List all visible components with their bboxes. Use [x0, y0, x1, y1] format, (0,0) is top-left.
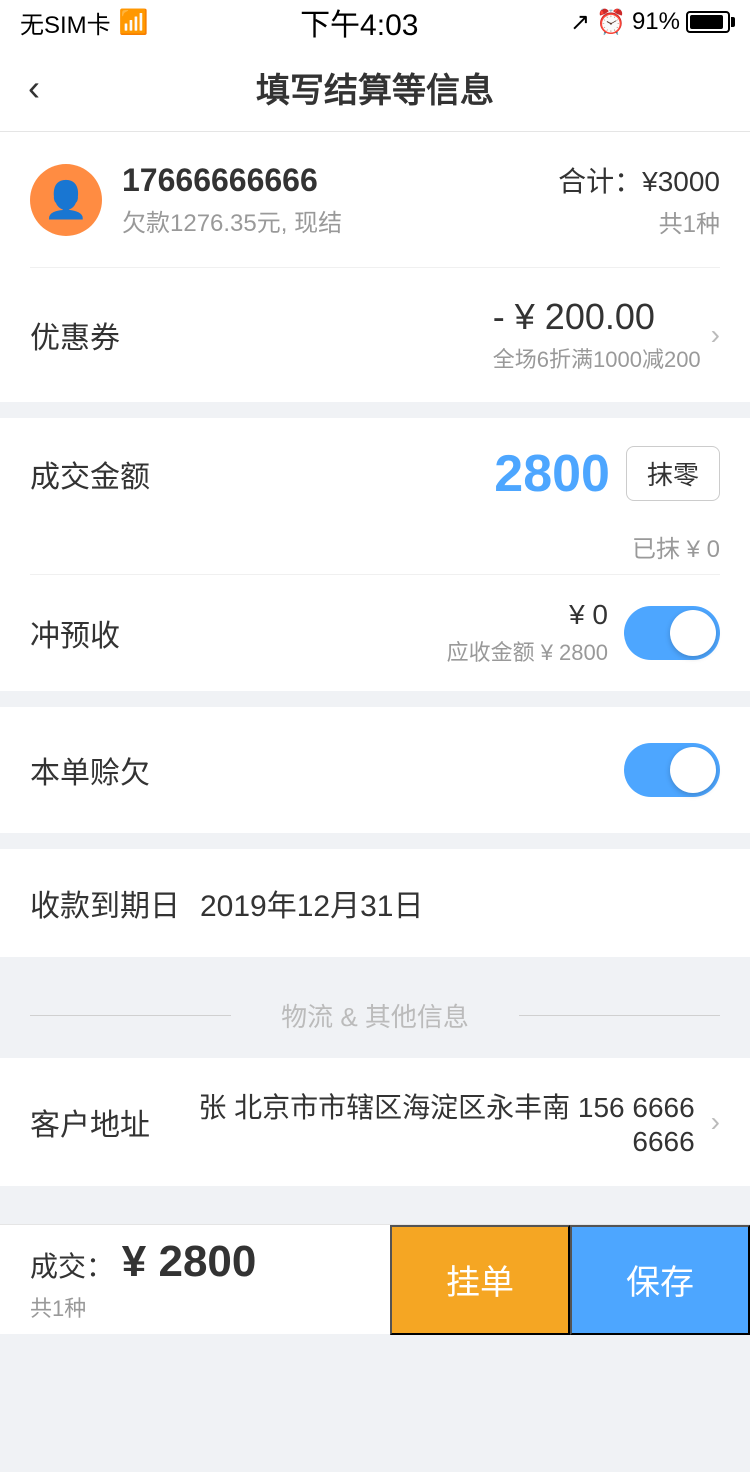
- bottom-summary: 成交： ¥ 2800 共1种: [0, 1237, 390, 1323]
- amount-value: 2800: [494, 448, 610, 500]
- duedate-row: 收款到期日 2019年12月31日: [30, 849, 720, 957]
- bottom-bar: 成交： ¥ 2800 共1种 挂单 保存: [0, 1224, 750, 1334]
- address-chevron-icon: ›: [711, 1106, 720, 1138]
- amount-section: 成交金额 2800 抹零 已抹 ¥ 0 冲预收 ¥ 0 应收金额 ¥ 2800: [0, 418, 750, 691]
- deal-amount: ¥ 2800: [122, 1237, 257, 1286]
- back-button[interactable]: ‹: [28, 67, 40, 109]
- battery-icon: [686, 11, 730, 33]
- deferred-label: 本单赊欠: [30, 748, 150, 792]
- customer-debt: 欠款1276.35元, 现结: [122, 203, 342, 238]
- carrier-text: 无SIM卡: [20, 5, 111, 40]
- customer-right: 合计：¥3000 共1种: [558, 160, 720, 239]
- customer-info: 17666666666 欠款1276.35元, 现结: [122, 162, 342, 238]
- duedate-section: 收款到期日 2019年12月31日: [0, 849, 750, 957]
- nav-bar: ‹ 填写结算等信息: [0, 44, 750, 132]
- duedate-label: 收款到期日: [30, 881, 180, 925]
- prereceive-toggle[interactable]: [624, 606, 720, 660]
- page-title: 填写结算等信息: [256, 63, 494, 112]
- status-right: ↗ ⏰ 91%: [570, 8, 730, 37]
- avatar: 👤: [30, 164, 102, 236]
- customer-left: 👤 17666666666 欠款1276.35元, 现结: [30, 162, 342, 238]
- amount-sub: 已抹 ¥ 0: [30, 529, 720, 574]
- save-button[interactable]: 保存: [570, 1225, 750, 1335]
- deal-count: 共1种: [30, 1291, 360, 1323]
- prereceive-amount: ¥ 0: [447, 599, 608, 631]
- divider-line-left: [30, 1015, 231, 1016]
- wifi-icon: 📶: [119, 8, 149, 37]
- duedate-value: 2019年12月31日: [200, 881, 423, 925]
- round-button[interactable]: 抹零: [626, 446, 720, 501]
- alarm-icon: ⏰: [596, 8, 626, 37]
- coupon-right: - ¥ 200.00 全场6折满1000减200 ›: [493, 296, 720, 374]
- coupon-row[interactable]: 优惠券 - ¥ 200.00 全场6折满1000减200 ›: [30, 267, 720, 402]
- address-value: 张 北京市市辖区海淀区永丰南 156 6666 6666: [166, 1086, 695, 1158]
- prereceive-right: ¥ 0 应收金额 ¥ 2800: [447, 599, 720, 667]
- divider-section: 物流 & 其他信息: [0, 973, 750, 1058]
- deferred-row: 本单赊欠: [30, 707, 720, 833]
- status-left: 无SIM卡 📶: [20, 5, 149, 40]
- location-icon: ↗: [570, 8, 590, 37]
- address-section: 客户地址 张 北京市市辖区海淀区永丰南 156 6666 6666 ›: [0, 1058, 750, 1186]
- battery-percent: 91%: [632, 8, 680, 36]
- deal-label: 成交：: [30, 1251, 114, 1282]
- battery-fill: [690, 15, 723, 29]
- divider-text: 物流 & 其他信息: [281, 997, 469, 1034]
- address-label: 客户地址: [30, 1100, 150, 1144]
- status-bar: 无SIM卡 📶 下午4:03 ↗ ⏰ 91%: [0, 0, 750, 44]
- chevron-right-icon: ›: [711, 319, 720, 351]
- bottom-spacer: [0, 1362, 750, 1472]
- deferred-section: 本单赊欠: [0, 707, 750, 833]
- prereceive-sub: 应收金额 ¥ 2800: [447, 635, 608, 667]
- deferred-toggle[interactable]: [624, 743, 720, 797]
- coupon-desc: 全场6折满1000减200: [493, 342, 701, 374]
- address-row[interactable]: 客户地址 张 北京市市辖区海淀区永丰南 156 6666 6666 ›: [30, 1058, 720, 1186]
- prereceive-values: ¥ 0 应收金额 ¥ 2800: [447, 599, 608, 667]
- customer-count: 共1种: [558, 204, 720, 239]
- amount-label: 成交金额: [30, 452, 150, 496]
- coupon-label: 优惠券: [30, 313, 120, 357]
- customer-phone: 17666666666: [122, 162, 342, 199]
- customer-row: 👤 17666666666 欠款1276.35元, 现结 合计：¥3000 共1…: [30, 132, 720, 267]
- prereceive-label: 冲预收: [30, 611, 120, 655]
- hold-button[interactable]: 挂单: [390, 1225, 570, 1335]
- prereceive-row: 冲预收 ¥ 0 应收金额 ¥ 2800: [30, 574, 720, 691]
- coupon-info: - ¥ 200.00 全场6折满1000减200: [493, 296, 701, 374]
- customer-total: 合计：¥3000: [558, 160, 720, 200]
- status-time: 下午4:03: [300, 0, 418, 44]
- amount-row: 成交金额 2800 抹零: [30, 418, 720, 529]
- amount-right: 2800 抹零: [494, 446, 720, 501]
- customer-card: 👤 17666666666 欠款1276.35元, 现结 合计：¥3000 共1…: [0, 132, 750, 402]
- bottom-deal-row: 成交： ¥ 2800: [30, 1237, 360, 1287]
- coupon-amount: - ¥ 200.00: [493, 296, 701, 338]
- divider-line-right: [519, 1015, 720, 1016]
